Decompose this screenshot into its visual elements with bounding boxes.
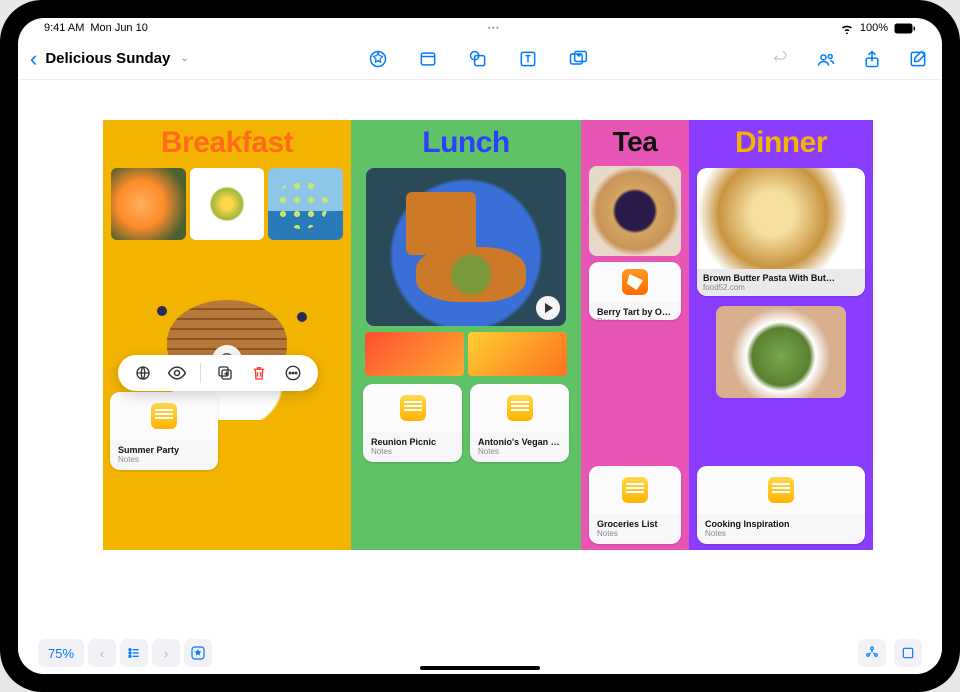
ipad-frame: 9:41 AM Mon Jun 10 ••• 100% ‹ Delicious … [0, 0, 960, 692]
section-title: Tea [581, 126, 689, 158]
wifi-icon [840, 22, 854, 34]
board-title-chevron-icon[interactable]: ⌄ [180, 53, 188, 64]
card-groceries[interactable]: Groceries List Notes [589, 466, 681, 544]
notes-app-icon [151, 403, 177, 429]
quicklook-button[interactable] [166, 362, 188, 384]
notes-app-icon [507, 395, 533, 421]
shape-tool-button[interactable] [466, 47, 490, 71]
status-time: 9:41 AM [44, 22, 84, 34]
navigator-button[interactable] [858, 639, 886, 667]
section-dinner: Dinner Brown Butter Pasta With But… food… [689, 120, 873, 550]
share-button[interactable] [860, 47, 884, 71]
sticky-note-tool-button[interactable] [416, 47, 440, 71]
image-grapes[interactable] [268, 168, 343, 240]
section-title: Lunch [351, 126, 581, 160]
separator [200, 363, 201, 383]
status-bar: 9:41 AM Mon Jun 10 ••• 100% [18, 18, 942, 38]
image-pasta [697, 168, 865, 269]
notes-app-icon [400, 395, 426, 421]
section-tea: Tea Berry Tart by Olivia Pages [581, 120, 689, 550]
image-berry-tart[interactable] [589, 166, 681, 256]
image-melon[interactable] [111, 168, 186, 240]
image-fruit-2[interactable] [468, 332, 567, 376]
section-lunch: Lunch Reunion Picni [351, 120, 581, 550]
scenes-list-button[interactable] [120, 639, 148, 667]
minimap-button[interactable] [894, 639, 922, 667]
more-button[interactable] [282, 362, 304, 384]
image-salad[interactable] [190, 168, 265, 240]
selection-handle[interactable] [215, 392, 218, 395]
card-source: food52.com [703, 283, 859, 292]
text-tool-button[interactable] [516, 47, 540, 71]
undo-button[interactable] [768, 47, 792, 71]
new-board-button[interactable] [906, 47, 930, 71]
duplicate-button[interactable] [214, 362, 236, 384]
media-tool-button[interactable] [566, 47, 590, 71]
meal-board: Breakfast [103, 120, 873, 550]
link-tool-button[interactable] [132, 362, 154, 384]
play-icon[interactable] [536, 296, 560, 320]
card-app: Pages [597, 317, 673, 320]
battery-percent: 100% [860, 22, 888, 34]
notes-app-icon [622, 477, 648, 503]
card-berry-tart[interactable]: Berry Tart by Olivia Pages [589, 262, 681, 320]
card-app: Notes [371, 447, 454, 456]
section-title: Breakfast [103, 126, 351, 160]
section-breakfast: Breakfast [103, 120, 351, 550]
favorite-scene-button[interactable] [184, 639, 212, 667]
card-app: Notes [118, 455, 210, 464]
status-date: Mon Jun 10 [90, 22, 147, 34]
battery-icon [894, 22, 916, 34]
app-toolbar: ‹ Delicious Sunday ⌄ [18, 38, 942, 80]
delete-button[interactable] [248, 362, 270, 384]
card-title: Summer Party [118, 445, 210, 455]
video-tacos[interactable] [366, 168, 566, 326]
card-title: Reunion Picnic [371, 437, 454, 447]
home-indicator[interactable] [420, 666, 540, 670]
image-fruit-1[interactable] [365, 332, 464, 376]
card-reunion-picnic[interactable]: Reunion Picnic Notes [363, 384, 462, 462]
scene-next-button[interactable]: › [152, 639, 180, 667]
card-title: Antonio's Vegan Tacos [478, 437, 561, 447]
card-app: Notes [478, 447, 561, 456]
card-cooking-inspiration[interactable]: Cooking Inspiration Notes [697, 466, 865, 544]
multitask-dots-icon[interactable]: ••• [148, 23, 840, 33]
card-title: Groceries List [597, 519, 673, 529]
context-toolbar [118, 355, 318, 391]
card-title: Brown Butter Pasta With But… [703, 273, 859, 283]
card-antonios-tacos[interactable]: Antonio's Vegan Tacos Notes [470, 384, 569, 462]
card-pasta-link[interactable]: Brown Butter Pasta With But… food52.com [697, 168, 865, 296]
image-salad-bowl[interactable] [716, 306, 846, 398]
back-button[interactable]: ‹ [30, 46, 37, 72]
selection-handle[interactable] [110, 467, 113, 470]
draw-tool-button[interactable] [366, 47, 390, 71]
card-app: Notes [705, 529, 857, 538]
card-title: Berry Tart by Olivia [597, 307, 673, 317]
board-title[interactable]: Delicious Sunday [45, 50, 170, 67]
notes-app-icon [768, 477, 794, 503]
card-app: Notes [597, 529, 673, 538]
screen: 9:41 AM Mon Jun 10 ••• 100% ‹ Delicious … [18, 18, 942, 674]
zoom-level-button[interactable]: 75% [38, 639, 84, 667]
scene-prev-button[interactable]: ‹ [88, 639, 116, 667]
section-title: Dinner [689, 126, 873, 160]
canvas[interactable]: Breakfast [18, 80, 942, 632]
pages-app-icon [622, 269, 648, 295]
selection-handle[interactable] [215, 467, 218, 470]
zoom-level-label: 75% [48, 646, 74, 661]
collaborate-button[interactable] [814, 47, 838, 71]
card-summer-party[interactable]: Summer Party Notes [110, 392, 218, 470]
card-title: Cooking Inspiration [705, 519, 857, 529]
